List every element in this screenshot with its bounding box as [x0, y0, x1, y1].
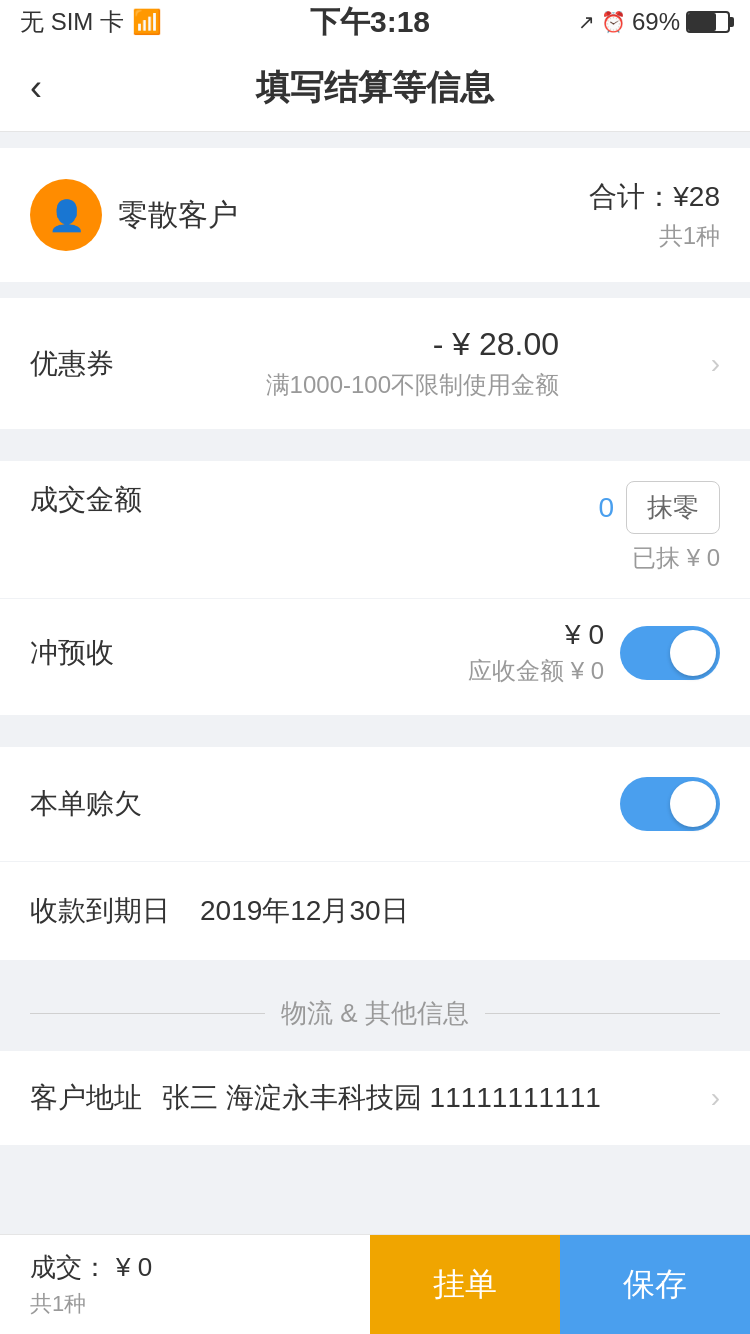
credit-section: 本单赊欠 收款到期日 2019年12月30日 — [0, 747, 750, 960]
bottom-transaction-value: ¥ 0 — [116, 1252, 152, 1283]
coupon-row[interactable]: 优惠券 - ¥ 28.00 满1000-100不限制使用金额 › — [0, 298, 750, 429]
address-label: 客户地址 — [30, 1079, 142, 1117]
transaction-right: 0 抹零 — [598, 481, 720, 534]
save-label: 保存 — [623, 1263, 687, 1307]
prepay-right: ¥ 0 应收金额 ¥ 0 — [468, 619, 720, 687]
transaction-value[interactable]: 0 — [598, 492, 614, 524]
credit-row: 本单赊欠 — [0, 747, 750, 861]
transaction-section: 成交金额 0 抹零 已抹 ¥ 0 冲预收 ¥ 0 应收金额 ¥ 0 — [0, 461, 750, 715]
logistics-label: 物流 & 其他信息 — [281, 996, 469, 1031]
prepay-label: 冲预收 — [30, 634, 114, 672]
total-count: 共1种 — [589, 220, 720, 252]
transaction-label: 成交金额 — [30, 481, 142, 519]
credit-label: 本单赊欠 — [30, 785, 142, 823]
wifi-icon: 📶 — [132, 8, 162, 36]
prepay-spacer — [0, 691, 750, 715]
status-right: ↗ ⏰ 69% — [578, 8, 730, 36]
customer-total: 合计：¥28 共1种 — [589, 178, 720, 252]
total-amount: 合计：¥28 — [589, 178, 720, 216]
status-left: 无 SIM 卡 📶 — [20, 6, 162, 38]
customer-section: 👤 零散客户 合计：¥28 共1种 — [0, 148, 750, 282]
bottom-count: 共1种 — [30, 1289, 340, 1319]
battery-icon — [686, 11, 730, 33]
transaction-sub-row: 已抹 ¥ 0 — [0, 538, 750, 598]
coupon-desc: 满1000-100不限制使用金额 — [266, 369, 559, 401]
coupon-section: 优惠券 - ¥ 28.00 满1000-100不限制使用金额 › — [0, 298, 750, 429]
bottom-info: 成交： ¥ 0 共1种 — [0, 1235, 370, 1334]
coupon-right: - ¥ 28.00 满1000-100不限制使用金额 — [266, 326, 559, 401]
customer-row: 👤 零散客户 合计：¥28 共1种 — [0, 148, 750, 282]
customer-info: 👤 零散客户 — [30, 179, 238, 251]
transaction-sub-text: 已抹 ¥ 0 — [632, 542, 720, 574]
nav-bar: ‹ 填写结算等信息 — [0, 44, 750, 132]
due-date-row: 收款到期日 2019年12月30日 — [0, 861, 750, 960]
save-button[interactable]: 保存 — [560, 1235, 750, 1334]
transaction-row: 成交金额 0 抹零 — [0, 461, 750, 538]
divider-1 — [0, 445, 750, 461]
address-value: 张三 海淀永丰科技园 11111111111 — [162, 1079, 711, 1117]
due-date-value[interactable]: 2019年12月30日 — [200, 892, 409, 930]
status-time: 下午3:18 — [310, 2, 430, 43]
logistics-header: 物流 & 其他信息 — [0, 976, 750, 1051]
coupon-label: 优惠券 — [30, 345, 114, 383]
coupon-chevron: › — [711, 348, 720, 380]
address-section: 客户地址 张三 海淀永丰科技园 11111111111 › — [0, 1051, 750, 1145]
location-icon: ↗ — [578, 10, 595, 34]
credit-toggle[interactable] — [620, 777, 720, 831]
prepay-sub: 应收金额 ¥ 0 — [468, 655, 604, 687]
address-row[interactable]: 客户地址 张三 海淀永丰科技园 11111111111 › — [0, 1051, 750, 1145]
alarm-icon: ⏰ — [601, 10, 626, 34]
hold-label: 挂单 — [433, 1263, 497, 1307]
due-date-label: 收款到期日 — [30, 892, 170, 930]
bottom-transaction-row: 成交： ¥ 0 — [30, 1250, 340, 1285]
bottom-transaction-label: 成交： — [30, 1250, 108, 1285]
round-zero-button[interactable]: 抹零 — [626, 481, 720, 534]
back-button[interactable]: ‹ — [30, 67, 42, 109]
coupon-amount: - ¥ 28.00 — [266, 326, 559, 363]
battery-percent: 69% — [632, 8, 680, 36]
customer-name: 零散客户 — [118, 195, 238, 236]
status-bar: 无 SIM 卡 📶 下午3:18 ↗ ⏰ 69% — [0, 0, 750, 44]
prepay-amounts: ¥ 0 应收金额 ¥ 0 — [468, 619, 604, 687]
hold-button[interactable]: 挂单 — [370, 1235, 560, 1334]
page-title: 填写结算等信息 — [256, 65, 494, 111]
bottom-bar: 成交： ¥ 0 共1种 挂单 保存 — [0, 1234, 750, 1334]
address-chevron: › — [711, 1082, 720, 1114]
prepay-amount: ¥ 0 — [468, 619, 604, 651]
carrier-text: 无 SIM 卡 — [20, 6, 124, 38]
prepay-toggle[interactable] — [620, 626, 720, 680]
customer-avatar: 👤 — [30, 179, 102, 251]
divider-2 — [0, 731, 750, 747]
prepay-row: 冲预收 ¥ 0 应收金额 ¥ 0 — [0, 598, 750, 691]
avatar-icon: 👤 — [48, 198, 85, 233]
